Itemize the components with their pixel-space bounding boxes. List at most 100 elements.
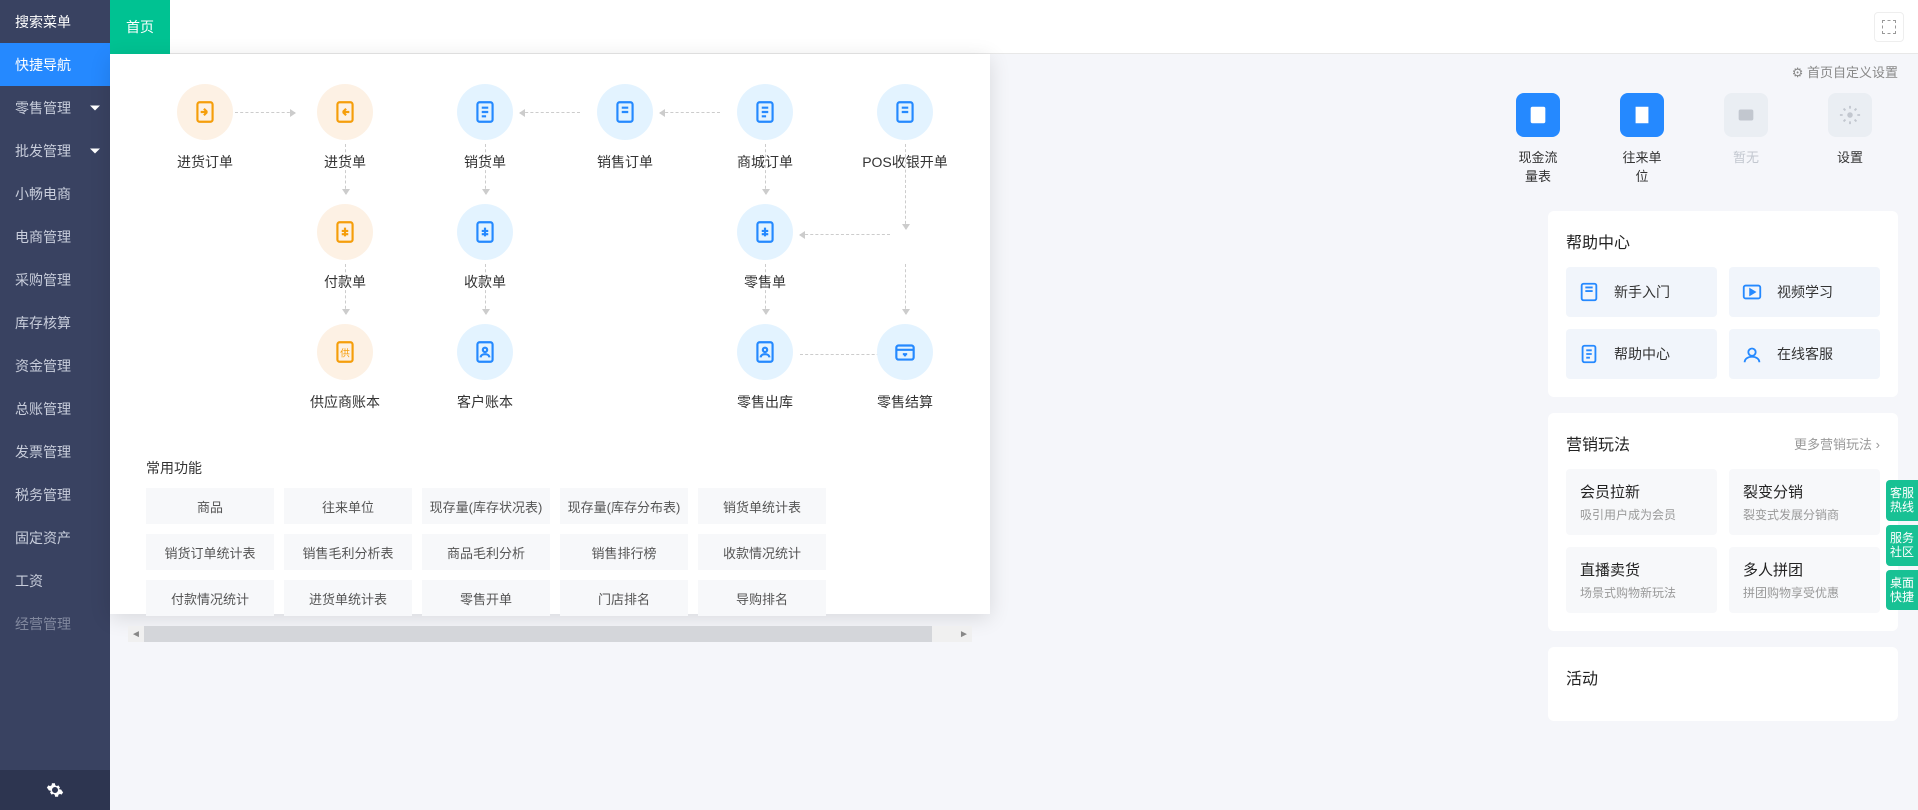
fn-gross-product[interactable]: 商品毛利分析 (422, 534, 550, 570)
building-icon (1631, 104, 1653, 126)
sidebar-inventory[interactable]: 库存核算 (0, 301, 110, 344)
fn-store-rank[interactable]: 门店排名 (560, 580, 688, 616)
sidebar-ecommerce[interactable]: 电商管理 (0, 215, 110, 258)
sidebar-search[interactable]: 搜索菜单 (0, 0, 110, 43)
sidebar-salary[interactable]: 工资 (0, 559, 110, 602)
node-supplier-ledger[interactable]: 供供应商账本 (290, 324, 400, 412)
float-buttons: 客服 热线 服务 社区 桌面 快捷 (1886, 480, 1918, 614)
market-live[interactable]: 直播卖货场景式购物新玩法 (1566, 547, 1717, 613)
sidebar-quicknav[interactable]: 快捷导航 (0, 43, 110, 86)
node-sales-order[interactable]: 销售订单 (570, 84, 680, 172)
doc-out-icon (332, 99, 358, 125)
sidebar-funds[interactable]: 资金管理 (0, 344, 110, 387)
help-video[interactable]: 视频学习 (1729, 267, 1880, 317)
node-retail-out[interactable]: 零售出库 (710, 324, 820, 412)
sidebar-retail[interactable]: 零售管理 (0, 86, 110, 129)
fn-sales-stat[interactable]: 销货单统计表 (698, 488, 826, 524)
node-payment[interactable]: 付款单 (290, 204, 400, 292)
market-fission[interactable]: 裂变分销裂变式发展分销商 (1729, 469, 1880, 535)
market-member[interactable]: 会员拉新吸引用户成为会员 (1566, 469, 1717, 535)
chevron-down-icon (90, 105, 100, 110)
node-retail[interactable]: 零售单 (710, 204, 820, 292)
market-group[interactable]: 多人拼团拼团购物享受优惠 (1729, 547, 1880, 613)
activity-title: 活动 (1566, 665, 1598, 689)
topbar: 首页 (110, 0, 1918, 54)
fn-retail-open[interactable]: 零售开单 (422, 580, 550, 616)
sidebar-wholesale[interactable]: 批发管理 (0, 129, 110, 172)
node-purchase-in[interactable]: 进货单 (290, 84, 400, 172)
fn-stock-status[interactable]: 现存量(库存状况表) (422, 488, 550, 524)
marketing-title: 营销玩法 (1566, 431, 1630, 455)
flyout-hscroll[interactable]: ◄ ► (128, 626, 972, 642)
settle-icon (892, 339, 918, 365)
sidebar-settings[interactable] (0, 770, 110, 810)
fn-guide-rank[interactable]: 导购排名 (698, 580, 826, 616)
quicknav-flyout: 进货订单 进货单 销货单 销售订单 商城订单 POS收银开单 付款单 收款单 零… (110, 54, 990, 614)
scroll-right[interactable]: ► (956, 626, 972, 642)
fn-payment-stat[interactable]: 付款情况统计 (146, 580, 274, 616)
svg-text:供: 供 (340, 346, 350, 359)
book-icon (1578, 281, 1600, 303)
list-icon (752, 99, 778, 125)
fn-order-stat[interactable]: 销货订单统计表 (146, 534, 274, 570)
sidebar-operate[interactable]: 经营管理 (0, 602, 110, 645)
fn-stock-dist[interactable]: 现存量(库存分布表) (560, 488, 688, 524)
chevron-down-icon (90, 148, 100, 153)
list-icon (472, 99, 498, 125)
float-hotline[interactable]: 客服 热线 (1886, 480, 1918, 521)
fn-purchase-stat[interactable]: 进货单统计表 (284, 580, 412, 616)
placeholder-icon (1735, 104, 1757, 126)
sidebar-tax[interactable]: 税务管理 (0, 473, 110, 516)
scroll-track[interactable] (144, 626, 956, 642)
help-service[interactable]: 在线客服 (1729, 329, 1880, 379)
node-receipt[interactable]: 收款单 (430, 204, 540, 292)
activity-panel: 活动 (1548, 647, 1898, 721)
customize-link[interactable]: ⚙ 首页自定义设置 (1548, 62, 1898, 81)
fn-gross-sales[interactable]: 销售毛利分析表 (284, 534, 412, 570)
scroll-left[interactable]: ◄ (128, 626, 144, 642)
fullscreen-button[interactable] (1874, 12, 1904, 42)
doc-icon (1578, 343, 1600, 365)
tile-none: 暂无 (1724, 93, 1768, 185)
sidebar-xcec[interactable]: 小畅电商 (0, 172, 110, 215)
sidebar-invoice[interactable]: 发票管理 (0, 430, 110, 473)
tab-home[interactable]: 首页 (110, 0, 170, 54)
node-sales-out[interactable]: 销货单 (430, 84, 540, 172)
quick-tiles: 现金流量表 往来单位 暂无 设置 (1548, 93, 1898, 185)
common-title: 常用功能 (146, 458, 980, 478)
marketing-panel: 营销玩法 更多营销玩法 › 会员拉新吸引用户成为会员 裂变分销裂变式发展分销商 直… (1548, 413, 1898, 631)
headset-icon (1741, 343, 1763, 365)
help-panel: 帮助中心 新手入门 视频学习 帮助中心 在线客服 (1548, 211, 1898, 397)
doc-icon (612, 99, 638, 125)
help-newbie[interactable]: 新手入门 (1566, 267, 1717, 317)
marketing-more[interactable]: 更多营销玩法 › (1794, 434, 1880, 453)
fn-partner[interactable]: 往来单位 (284, 488, 412, 524)
help-center[interactable]: 帮助中心 (1566, 329, 1717, 379)
tile-settings[interactable]: 设置 (1828, 93, 1872, 185)
gear-icon (46, 781, 64, 799)
common-functions: 商品 往来单位 现存量(库存状况表) 现存量(库存分布表) 销货单统计表 销货订… (120, 488, 980, 616)
node-mall-order[interactable]: 商城订单 (710, 84, 820, 172)
fn-sales-rank[interactable]: 销售排行榜 (560, 534, 688, 570)
sidebar: 搜索菜单 快捷导航 零售管理 批发管理 小畅电商 电商管理 采购管理 库存核算 … (0, 0, 110, 810)
doc-icon (892, 99, 918, 125)
sidebar-assets[interactable]: 固定资产 (0, 516, 110, 559)
node-purchase-order[interactable]: 进货订单 (150, 84, 260, 172)
node-pos[interactable]: POS收银开单 (850, 84, 960, 172)
node-retail-settle[interactable]: 零售结算 (850, 324, 960, 412)
node-customer-ledger[interactable]: 客户账本 (430, 324, 540, 412)
scroll-thumb[interactable] (144, 626, 932, 642)
money-icon (332, 219, 358, 245)
float-desktop[interactable]: 桌面 快捷 (1886, 570, 1918, 611)
fn-product[interactable]: 商品 (146, 488, 274, 524)
doc-in-icon (192, 99, 218, 125)
out-icon (752, 339, 778, 365)
tile-partner[interactable]: 往来单位 (1620, 93, 1664, 185)
fn-receipt-stat[interactable]: 收款情况统计 (698, 534, 826, 570)
float-community[interactable]: 服务 社区 (1886, 525, 1918, 566)
tile-cashflow[interactable]: 现金流量表 (1516, 93, 1560, 185)
sidebar-ledger[interactable]: 总账管理 (0, 387, 110, 430)
gear-icon (1839, 104, 1861, 126)
report-icon (1527, 104, 1549, 126)
sidebar-purchase[interactable]: 采购管理 (0, 258, 110, 301)
